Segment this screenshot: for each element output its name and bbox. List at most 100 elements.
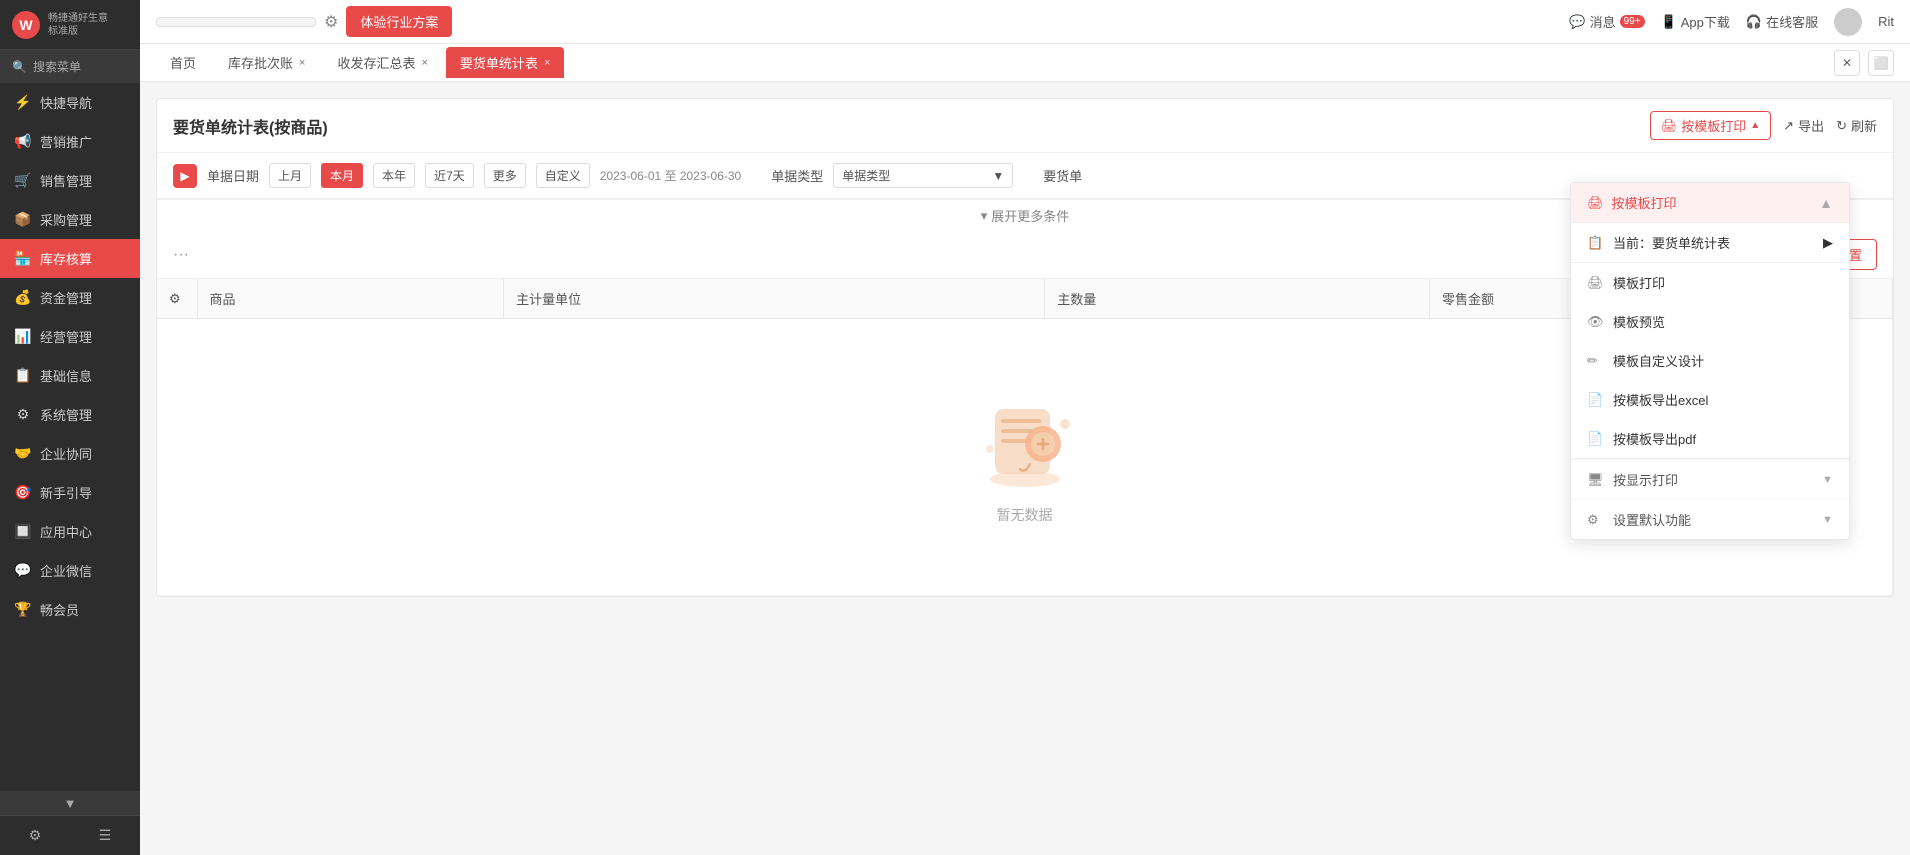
refresh-btn[interactable]: ↻ 刷新 [1836,116,1877,135]
sidebar-scroll-down[interactable]: ▼ [0,791,140,815]
page-title: 要货单统计表(按商品) [173,114,328,138]
tab-collection-summary[interactable]: 收发存汇总表 × [323,47,441,78]
sidebar-item-sales[interactable]: 🛒销售管理 [0,161,140,200]
logo-text: 畅捷通好生意 标准版 [48,12,108,38]
tab-order-stats[interactable]: 要货单统计表 × [446,47,564,78]
dropdown-template-preview[interactable]: 👁 模板预览 [1571,302,1849,341]
settings-icon[interactable]: ⚙ [29,827,42,844]
date-more-btn[interactable]: 更多 [484,163,526,188]
refresh-icon: ↻ [1836,118,1847,134]
close-tab-btn[interactable]: ✕ [1834,50,1860,76]
search-icon: 🔍 [12,60,27,74]
date-current-month-btn[interactable]: 本月 [321,163,363,188]
sidebar-search[interactable]: 🔍 搜索菜单 [0,50,140,83]
online-service-action[interactable]: 🎧 在线客服 [1746,12,1818,31]
tab-inventory-batch[interactable]: 库存批次账× [214,47,319,78]
dropdown-set-default[interactable]: ⚙ 设置默认功能 ▼ [1571,499,1849,539]
panel-header: 要货单统计表(按商品) 🖨 按模板打印 ▲ ↗ 导出 ↻ 刷新 [157,99,1893,153]
chevron-down-icon-3: ▼ [1822,514,1833,526]
sidebar-item-purchase[interactable]: 📦采购管理 [0,200,140,239]
sidebar-item-basic[interactable]: 📋基础信息 [0,356,140,395]
sidebar-item-member[interactable]: 🏆畅会员 [0,590,140,629]
sidebar-nav: ⚡快捷导航📢营销推广🛒销售管理📦采购管理 🏪 库存核算 💰资金管理📊经营管理📋基础信息… [0,83,140,791]
sidebar-item-label: 应用中心 [40,522,92,541]
sidebar-item-appstore[interactable]: 🔲 应用中心 [0,512,140,551]
enterprise-icon: 🤝 [14,445,32,462]
sidebar-item-marketing[interactable]: 📢营销推广 [0,122,140,161]
doc-type-select[interactable]: 单据类型 ▼ [833,163,1013,188]
avatar[interactable] [1834,8,1862,36]
sidebar-item-system[interactable]: ⚙系统管理 [0,395,140,434]
header-right: 💬 消息 99+ 📱 App下载 🎧 在线客服 Rit [1569,8,1894,36]
top-header: ⚙ 体验行业方案 💬 消息 99+ 📱 App下载 🎧 在线客服 Rit [140,0,1910,44]
sidebar-item-wechat[interactable]: 💬企业微信 [0,551,140,590]
date-7days-btn[interactable]: 近7天 [425,163,474,188]
date-custom-btn[interactable]: 自定义 [536,163,590,188]
messages-action[interactable]: 💬 消息 99+ [1569,12,1644,31]
appstore-icon: 🔲 [14,523,32,540]
sidebar-bottom: ⚙ ☰ [0,815,140,855]
chevron-right-icon: ▶ [1823,235,1833,251]
tab-home[interactable]: 首页 [156,47,210,78]
page-content: 要货单统计表(按商品) 🖨 按模板打印 ▲ ↗ 导出 ↻ 刷新 [140,82,1910,855]
newbie-icon: 🎯 [14,484,32,501]
sidebar-item-newbie[interactable]: 🎯新手引导 [0,473,140,512]
app-download-action[interactable]: 📱 App下载 [1661,12,1730,31]
order-status-label: 要货单 [1043,166,1082,185]
pdf-icon: 📄 [1587,431,1603,447]
sidebar-item-operation[interactable]: 📊经营管理 [0,317,140,356]
dropdown-template-custom[interactable]: ✏ 模板自定义设计 [1571,341,1849,380]
header-search[interactable] [156,17,316,27]
maximize-btn[interactable]: ⬜ [1868,50,1894,76]
template-print-btn[interactable]: 🖨 按模板打印 ▲ [1650,111,1771,140]
panel-header-actions: 🖨 按模板打印 ▲ ↗ 导出 ↻ 刷新 [1650,111,1877,140]
tab-close-icon[interactable]: × [421,57,427,69]
sidebar-item-quick-nav[interactable]: ⚡快捷导航 [0,83,140,122]
tab-close-icon[interactable]: × [544,57,550,69]
date-current-year-btn[interactable]: 本年 [373,163,415,188]
dropdown-template-print[interactable]: 🖨 模板打印 [1571,263,1849,302]
dropdown-export-pdf[interactable]: 📄 按模板导出pdf [1571,419,1849,458]
display-print-icon: 🖥 [1587,472,1603,488]
custom-icon: ✏ [1587,353,1603,369]
col-unit: 主计量单位 [504,279,1045,319]
system-icon: ⚙ [14,406,32,423]
tab-label: 收发存汇总表 [337,53,415,72]
dropdown-current-item[interactable]: 📋 当前：要货单统计表 ▶ [1571,223,1849,262]
dropdown-close-btn[interactable]: ▲ [1819,195,1833,211]
date-range: 2023-06-01 至 2023-06-30 [600,167,741,184]
export-btn[interactable]: ↗ 导出 [1783,116,1824,135]
header-left: ⚙ 体验行业方案 [156,6,1557,37]
dropdown-export-excel[interactable]: 📄 按模板导出excel [1571,380,1849,419]
sidebar-item-label: 企业微信 [40,561,92,580]
filter-expand-btn[interactable]: ▶ [173,164,197,188]
tab-label: 要货单统计表 [460,53,538,72]
sidebar-item-finance[interactable]: 💰资金管理 [0,278,140,317]
tab-close-icon[interactable]: × [299,57,305,69]
set-default-icon: ⚙ [1587,512,1603,528]
sales-icon: 🛒 [14,172,32,189]
main-content: ⚙ 体验行业方案 💬 消息 99+ 📱 App下载 🎧 在线客服 Rit 首页 … [140,0,1910,855]
col-product: 商品 [197,279,504,319]
printer-icon: 🖨 [1661,118,1678,134]
sidebar-item-label: 营销推广 [40,132,92,151]
sidebar: W 畅捷通好生意 标准版 🔍 搜索菜单 ⚡快捷导航📢营销推广🛒销售管理📦采购管理… [0,0,140,855]
inventory-icon: 🏪 [14,250,32,267]
sidebar-item-enterprise[interactable]: 🤝企业协同 [0,434,140,473]
industry-btn[interactable]: 体验行业方案 [346,6,452,37]
header-settings-icon[interactable]: ⚙ [324,12,338,32]
more-options-btn[interactable]: ··· [173,246,189,264]
sidebar-item-label: 库存核算 [40,249,92,268]
date-prev-month-btn[interactable]: 上月 [269,163,311,188]
sidebar-item-inventory[interactable]: 🏪 库存核算 [0,239,140,278]
menu-icon[interactable]: ☰ [99,827,112,844]
col-settings[interactable]: ⚙ [157,279,197,319]
dropdown-display-print[interactable]: 🖥 按显示打印 ▼ [1571,459,1849,499]
operation-icon: 📊 [14,328,32,345]
logo-icon: W [12,11,40,39]
sidebar-item-label: 资金管理 [40,288,92,307]
template-print-icon: 🖨 [1587,275,1603,291]
current-icon: 📋 [1587,235,1603,251]
preview-icon: 👁 [1587,314,1603,330]
chevron-down-icon-2: ▼ [1822,474,1833,486]
